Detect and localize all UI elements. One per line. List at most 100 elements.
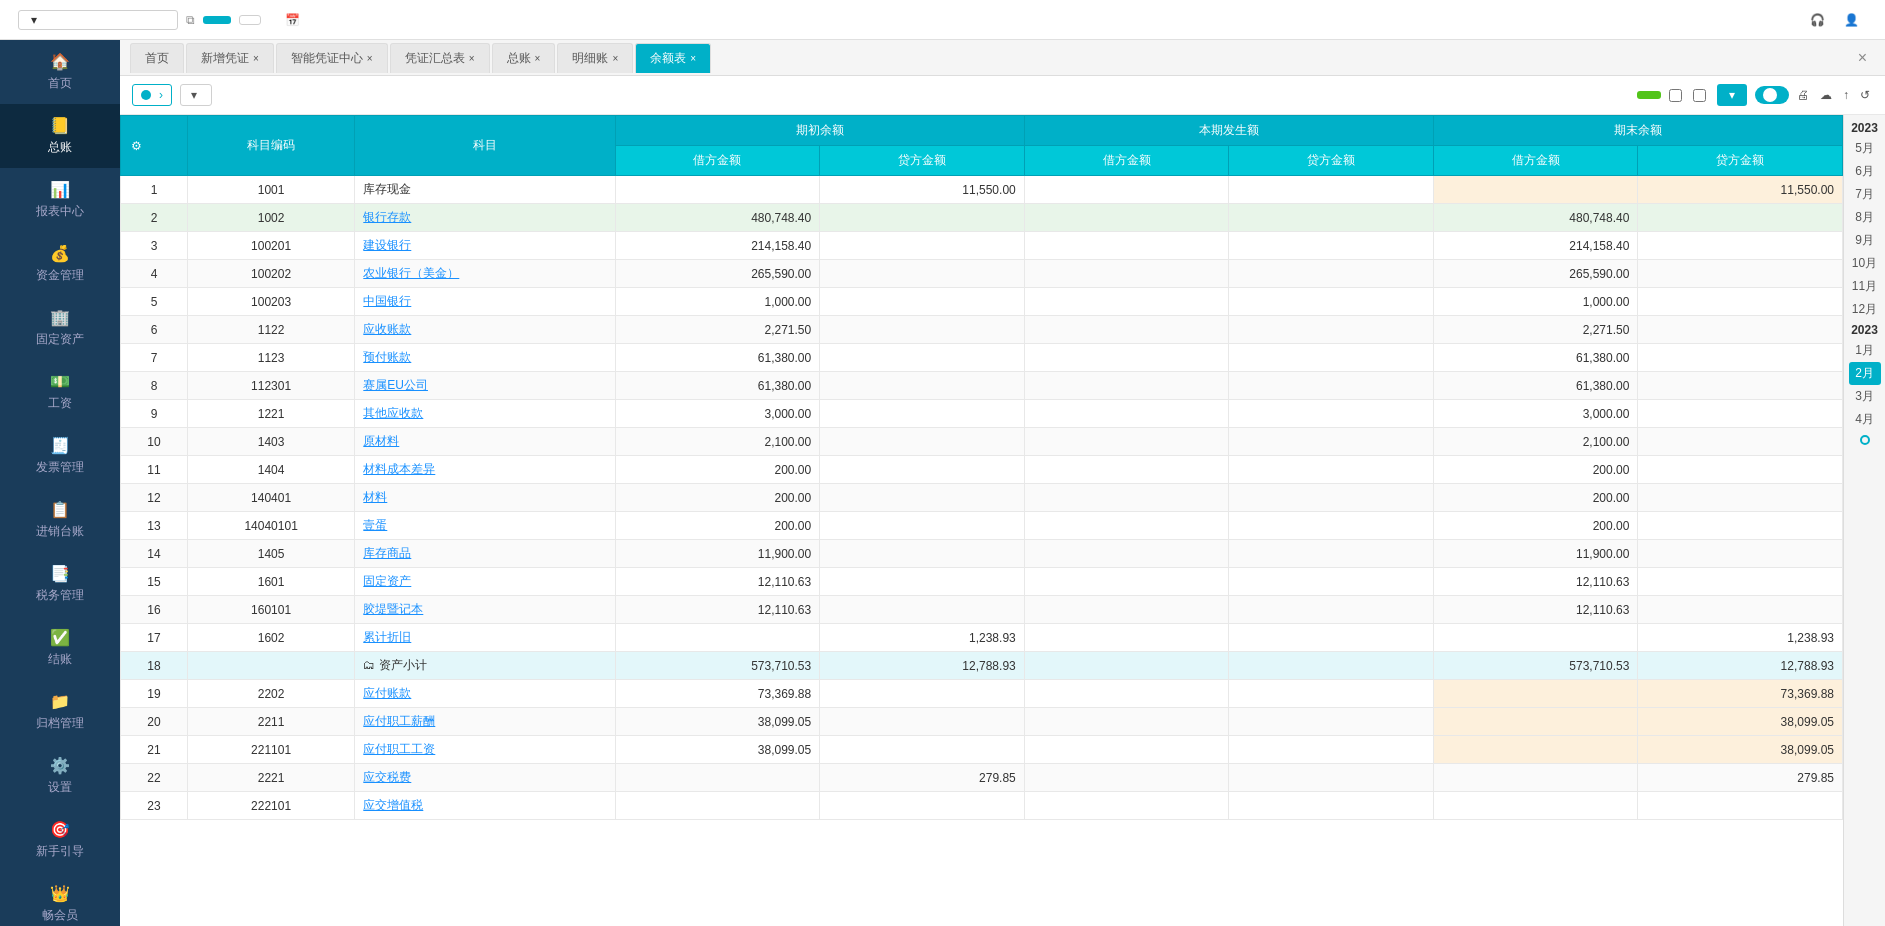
tab-close-4[interactable]: × — [535, 53, 541, 64]
row-name[interactable]: 壹蛋 — [355, 512, 615, 540]
consult-button[interactable]: 🎧 — [1810, 13, 1828, 27]
row-name[interactable]: 应收账款 — [355, 316, 615, 344]
tab-close-6[interactable]: × — [690, 53, 696, 64]
timeline-month-7月[interactable]: 7月 — [1849, 183, 1881, 206]
tab-4[interactable]: 总账× — [492, 43, 556, 73]
return-old-version-button[interactable] — [1637, 91, 1661, 99]
mode-button[interactable]: ▾ — [1717, 84, 1747, 106]
top-bar-right: 🎧 👤 — [1810, 13, 1875, 27]
sidebar-item-7[interactable]: 📋进销台账 — [0, 488, 120, 552]
row-end-c — [1638, 204, 1843, 232]
sidebar-item-9[interactable]: ✅结账 — [0, 616, 120, 680]
row-name[interactable]: 应付职工工资 — [355, 736, 615, 764]
timeline-month-9月[interactable]: 9月 — [1849, 229, 1881, 252]
calendar-icon[interactable]: 📅 — [285, 13, 300, 27]
timeline-month-11月[interactable]: 11月 — [1849, 275, 1881, 298]
tab-close-1[interactable]: × — [253, 53, 259, 64]
timeline-month-4月[interactable]: 4月 — [1849, 408, 1881, 431]
row-name[interactable]: 中国银行 — [355, 288, 615, 316]
sidebar-item-10[interactable]: 📁归档管理 — [0, 680, 120, 744]
row-name[interactable]: 材料 — [355, 484, 615, 512]
row-name[interactable]: 库存商品 — [355, 540, 615, 568]
tab-1[interactable]: 新增凭证× — [186, 43, 274, 73]
row-name[interactable]: 固定资产 — [355, 568, 615, 596]
row-name[interactable]: 应付账款 — [355, 680, 615, 708]
row-end-d: 214,158.40 — [1433, 232, 1638, 260]
expand-button[interactable]: ▾ — [180, 84, 212, 106]
timeline-month-2月[interactable]: 2月 — [1849, 362, 1881, 385]
company-selector[interactable]: ▾ — [18, 10, 178, 30]
sidebar-item-5[interactable]: 💵工资 — [0, 360, 120, 424]
row-name[interactable]: 预付账款 — [355, 344, 615, 372]
row-name[interactable]: 赛属EU公司 — [355, 372, 615, 400]
tab-3[interactable]: 凭证汇总表× — [390, 43, 490, 73]
row-name[interactable]: 应付职工薪酬 — [355, 708, 615, 736]
row-end-d — [1433, 708, 1638, 736]
export-button[interactable]: ↑ — [1843, 88, 1852, 102]
sidebar-item-4[interactable]: 🏢固定资产 — [0, 296, 120, 360]
row-name[interactable]: 应交增值税 — [355, 792, 615, 820]
row-curr-c — [1229, 400, 1434, 428]
row-name[interactable]: 原材料 — [355, 428, 615, 456]
switch-version-button[interactable] — [239, 15, 261, 25]
copy-icon[interactable]: ⧉ — [186, 13, 195, 27]
refresh-button[interactable]: ↺ — [1860, 88, 1873, 102]
tab-close-3[interactable]: × — [469, 53, 475, 64]
row-name[interactable]: 其他应收款 — [355, 400, 615, 428]
filter-circle-icon — [141, 90, 151, 100]
sidebar-item-8[interactable]: 📑税务管理 — [0, 552, 120, 616]
expand-all-toggle[interactable] — [1755, 86, 1789, 104]
timeline-dot — [1860, 435, 1870, 445]
tab-5[interactable]: 明细账× — [557, 43, 633, 73]
yearaccum-checkbox[interactable] — [1693, 89, 1709, 102]
tab-close-2[interactable]: × — [367, 53, 373, 64]
row-name[interactable]: 银行存款 — [355, 204, 615, 232]
row-period-d: 38,099.05 — [615, 708, 820, 736]
row-name[interactable]: 材料成本差异 — [355, 456, 615, 484]
print-button[interactable]: 🖨 — [1797, 88, 1812, 102]
row-curr-d — [1024, 540, 1229, 568]
timeline-month-8月[interactable]: 8月 — [1849, 206, 1881, 229]
tab-2[interactable]: 智能凭证中心× — [276, 43, 388, 73]
row-name[interactable]: 应交税费 — [355, 764, 615, 792]
sidebar-item-1[interactable]: 📒总账 — [0, 104, 120, 168]
row-name[interactable]: 农业银行（美金） — [355, 260, 615, 288]
timeline-month-6月[interactable]: 6月 — [1849, 160, 1881, 183]
timeline-month-1月[interactable]: 1月 — [1849, 339, 1881, 362]
row-name[interactable]: 累计折旧 — [355, 624, 615, 652]
sidebar-item-12[interactable]: 🎯新手引导 — [0, 808, 120, 872]
auxiliary-checkbox[interactable] — [1669, 89, 1685, 102]
filter-button[interactable]: › — [132, 84, 172, 106]
tab-0[interactable]: 首页 — [130, 43, 184, 73]
row-period-c — [820, 288, 1025, 316]
sidebar-item-3[interactable]: 💰资金管理 — [0, 232, 120, 296]
row-period-d — [615, 764, 820, 792]
timeline-month-10月[interactable]: 10月 — [1849, 252, 1881, 275]
sidebar-item-0[interactable]: 🏠首页 — [0, 40, 120, 104]
page-content: › ▾ — [120, 76, 1885, 926]
sidebar-icon-1: 📒 — [50, 116, 70, 135]
row-curr-c — [1229, 624, 1434, 652]
sidebar-item-2[interactable]: 📊报表中心 — [0, 168, 120, 232]
sidebar-item-6[interactable]: 🧾发票管理 — [0, 424, 120, 488]
table-row: 14 1405 库存商品 11,900.00 11,900.00 — [121, 540, 1843, 568]
row-code: 222101 — [187, 792, 354, 820]
row-end-c: 12,788.93 — [1638, 652, 1843, 680]
tab-6[interactable]: 余额表× — [635, 43, 711, 73]
user-avatar[interactable]: 👤 — [1844, 13, 1859, 27]
row-no: 4 — [121, 260, 188, 288]
timeline-month-3月[interactable]: 3月 — [1849, 385, 1881, 408]
tab-close-5[interactable]: × — [612, 53, 618, 64]
workbench-button[interactable] — [203, 16, 231, 24]
row-name[interactable]: 胶堤暨记本 — [355, 596, 615, 624]
row-period-c: 11,550.00 — [820, 176, 1025, 204]
close-all-button[interactable]: × — [1850, 49, 1875, 67]
timeline-month-12月[interactable]: 12月 — [1849, 298, 1881, 321]
sidebar-item-11[interactable]: ⚙️设置 — [0, 744, 120, 808]
settings-th[interactable]: ⚙ — [121, 116, 188, 176]
row-end-d: 3,000.00 — [1433, 400, 1638, 428]
cloud-print-button[interactable]: ☁ — [1820, 88, 1835, 102]
row-name[interactable]: 建设银行 — [355, 232, 615, 260]
timeline-month-5月[interactable]: 5月 — [1849, 137, 1881, 160]
sidebar-item-13[interactable]: 👑畅会员 — [0, 872, 120, 926]
